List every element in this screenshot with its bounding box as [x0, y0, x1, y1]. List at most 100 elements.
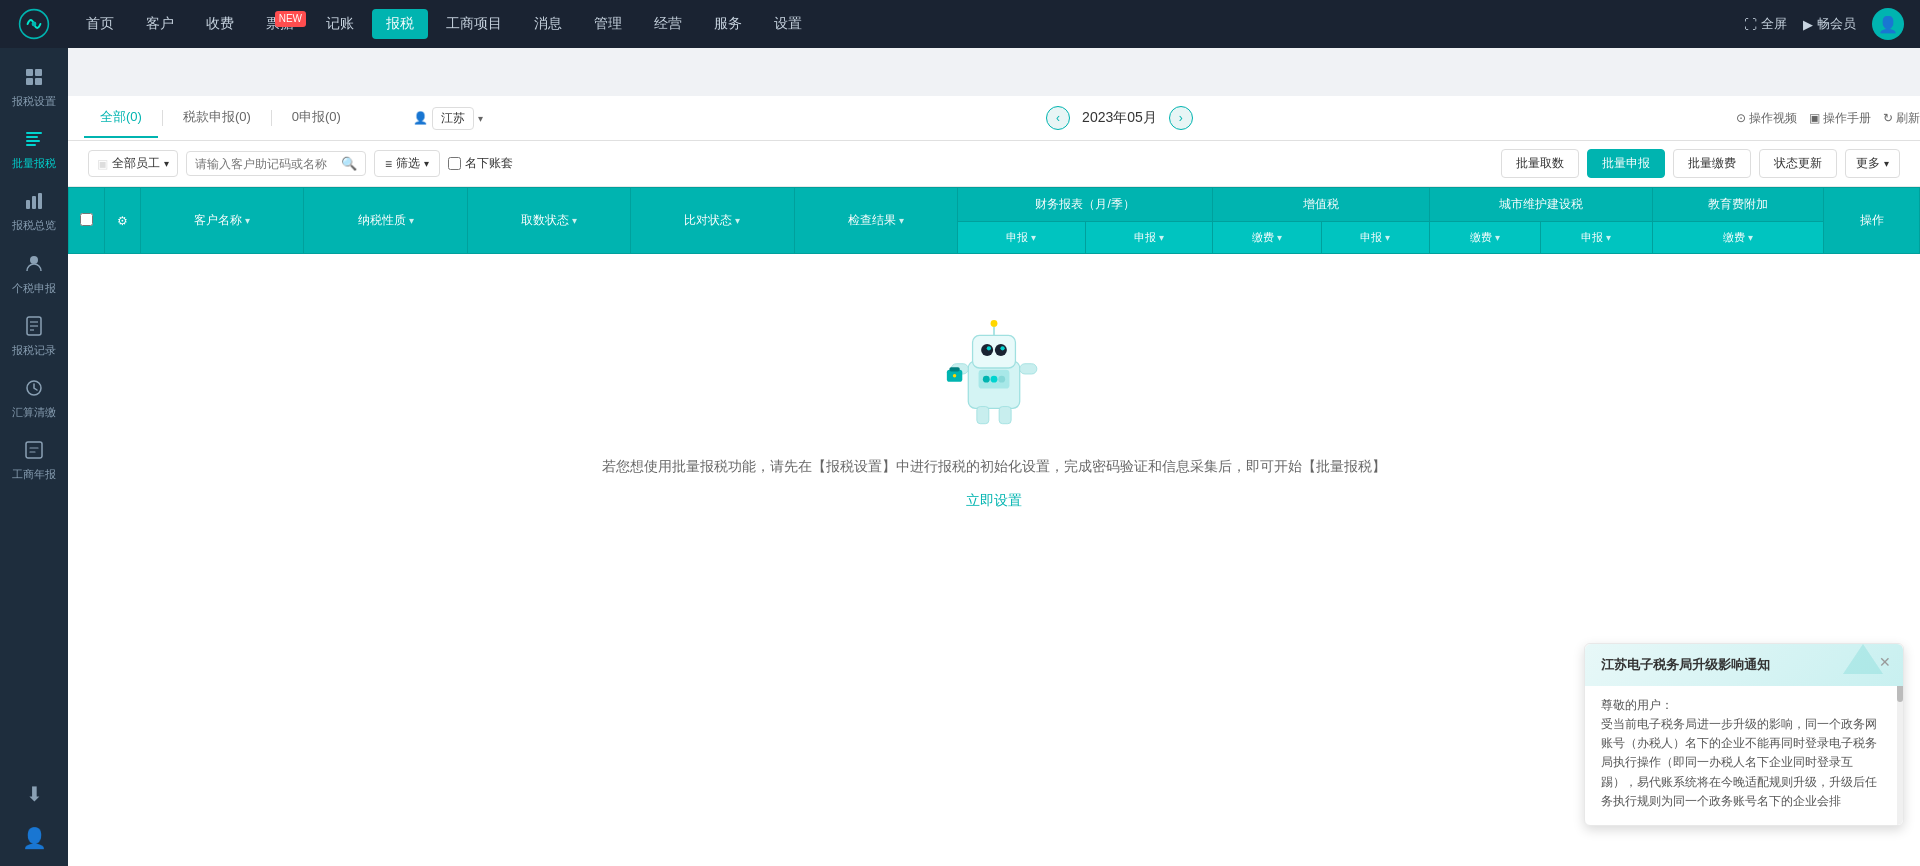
- sidebar-item-batch-tax[interactable]: 批量报税: [0, 118, 68, 180]
- svg-point-13: [30, 256, 38, 264]
- refresh-button[interactable]: ↻ 刷新: [1883, 110, 1920, 127]
- annual-settlement-icon: [23, 377, 45, 402]
- tab-divider: [162, 110, 163, 126]
- svg-rect-3: [35, 69, 42, 76]
- svg-rect-12: [38, 193, 42, 209]
- svg-point-30: [991, 376, 998, 383]
- nav-item-service[interactable]: 服务: [700, 9, 756, 39]
- status-update-button[interactable]: 状态更新: [1759, 149, 1837, 178]
- nav-item-client[interactable]: 客户: [132, 9, 188, 39]
- sidebar-item-annual-settlement[interactable]: 汇算清缴: [0, 367, 68, 429]
- sidebar-item-annual-report[interactable]: 工商年报: [0, 429, 68, 491]
- toolbar-right: 批量取数 批量申报 批量缴费 状态更新 更多 ▾: [1501, 149, 1900, 178]
- nav-item-business[interactable]: 工商项目: [432, 9, 516, 39]
- nav-item-settings[interactable]: 设置: [760, 9, 816, 39]
- sidebar-item-personal-tax[interactable]: 个税申报: [0, 243, 68, 305]
- batch-fetch-button[interactable]: 批量取数: [1501, 149, 1579, 178]
- batch-declare-button[interactable]: 批量申报: [1587, 149, 1665, 178]
- nav-item-home[interactable]: 首页: [72, 9, 128, 39]
- filter-icon: ▾: [1159, 232, 1164, 243]
- tab-divider-2: [271, 110, 272, 126]
- svg-rect-11: [32, 196, 36, 209]
- filter-icon: ▾: [572, 215, 577, 226]
- tab-all[interactable]: 全部(0): [84, 98, 158, 138]
- personal-tax-icon: [23, 253, 45, 278]
- nav-item-bookkeeping[interactable]: 记账: [312, 9, 368, 39]
- svg-point-38: [953, 374, 956, 377]
- sidebar-item-download[interactable]: ⬇: [0, 774, 68, 814]
- filter-icon: ▾: [1277, 232, 1282, 243]
- svg-rect-37: [949, 367, 959, 371]
- sidebar-item-tax-overview[interactable]: 报税总览: [0, 180, 68, 242]
- manual-icon: ▣: [1809, 111, 1820, 125]
- fullscreen-button[interactable]: ⛶ 全屏: [1744, 15, 1787, 33]
- table-header-row1: ⚙ 客户名称 ▾ 纳税性质 ▾: [69, 188, 1920, 222]
- filter-icon: ▾: [1385, 232, 1390, 243]
- sidebar-label: 工商年报: [12, 468, 56, 481]
- nav-item-invoice[interactable]: 票据 NEW: [252, 9, 308, 39]
- video-tutorial-button[interactable]: ⊙ 操作视频: [1736, 110, 1797, 127]
- select-all-checkbox[interactable]: [80, 213, 93, 226]
- svg-rect-35: [999, 407, 1011, 424]
- sidebar: 报税设置 批量报税 报税总览 个税: [0, 48, 68, 866]
- avatar[interactable]: 👤: [1872, 8, 1904, 40]
- nav-item-fee[interactable]: 收费: [192, 9, 248, 39]
- nav-item-message[interactable]: 消息: [520, 9, 576, 39]
- sidebar-item-user[interactable]: 👤: [0, 818, 68, 858]
- svg-point-29: [983, 376, 990, 383]
- sidebar-bottom: ⬇ 👤: [0, 774, 68, 858]
- col-city-declare: 申报 ▾: [1321, 222, 1429, 254]
- notification-popup: 江苏电子税务局升级影响通知 ✕ 尊敬的用户： 受当前电子税务局进一步升级的影响，…: [1584, 643, 1904, 826]
- region-selector[interactable]: 江苏: [432, 107, 474, 130]
- svg-rect-2: [26, 69, 33, 76]
- tabs-left: 全部(0) 税款申报(0) 0申报(0): [68, 96, 373, 140]
- checkbox-input[interactable]: [448, 157, 461, 170]
- col-city-tax: 城市维护建设税: [1429, 188, 1652, 222]
- more-button[interactable]: 更多 ▾: [1845, 149, 1900, 178]
- tax-records-icon: [23, 315, 45, 340]
- filter-icon: ▾: [1031, 232, 1036, 243]
- col-client-name: 客户名称 ▾: [141, 188, 304, 254]
- search-input[interactable]: [195, 157, 341, 171]
- tab-tax-declare[interactable]: 税款申报(0): [167, 98, 267, 138]
- video-icon: ⊙: [1736, 111, 1746, 125]
- filter-icon: ▾: [1748, 232, 1753, 243]
- batch-pay-button[interactable]: 批量缴费: [1673, 149, 1751, 178]
- sidebar-item-tax-records[interactable]: 报税记录: [0, 305, 68, 367]
- checkbox-label[interactable]: 名下账套: [448, 155, 513, 172]
- employee-select[interactable]: ▣ 全部员工 ▾: [88, 150, 178, 177]
- logo[interactable]: [16, 6, 52, 42]
- member-button[interactable]: ▶ 畅会员: [1803, 15, 1856, 33]
- filter-button[interactable]: ≡ 筛选 ▾: [374, 150, 440, 177]
- svg-marker-39: [1843, 644, 1883, 674]
- col-edu-pay: 缴费 ▾: [1652, 222, 1824, 254]
- svg-point-1: [32, 22, 37, 27]
- date-prev-button[interactable]: ‹: [1046, 106, 1070, 130]
- col-vat: 增值税: [1213, 188, 1429, 222]
- sidebar-item-tax-settings[interactable]: 报税设置: [0, 56, 68, 118]
- col-settings: ⚙: [105, 188, 141, 254]
- filter-icon: ▾: [245, 215, 250, 226]
- manual-button[interactable]: ▣ 操作手册: [1809, 110, 1871, 127]
- filter-icon: ▾: [899, 215, 904, 226]
- nav-item-management[interactable]: 管理: [580, 9, 636, 39]
- tab-zero-declare[interactable]: 0申报(0): [276, 98, 357, 138]
- top-nav-menu: 首页 客户 收费 票据 NEW 记账 报税 工商项目 消息 管理 经营 服务 设…: [72, 9, 1744, 39]
- notif-body: 尊敬的用户： 受当前电子税务局进一步升级的影响，同一个政务网账号（办税人）名下的…: [1585, 686, 1903, 825]
- setup-link[interactable]: 立即设置: [966, 492, 1022, 510]
- top-nav: 首页 客户 收费 票据 NEW 记账 报税 工商项目 消息 管理 经营 服务 设…: [0, 0, 1920, 48]
- col-tax-type: 纳税性质 ▾: [304, 188, 467, 254]
- date-next-button[interactable]: ›: [1169, 106, 1193, 130]
- settings-icon[interactable]: ⚙: [117, 214, 128, 228]
- right-actions: ⊙ 操作视频 ▣ 操作手册 ↻ 刷新: [1736, 110, 1920, 127]
- nav-item-tax[interactable]: 报税: [372, 9, 428, 39]
- batch-tax-icon: [23, 128, 45, 153]
- col-city-pay: 缴费 ▾: [1429, 222, 1540, 254]
- empty-text: 若您想使用批量报税功能，请先在【报税设置】中进行报税的初始化设置，完成密码验证和…: [602, 458, 1386, 476]
- fullscreen-icon: ⛶: [1744, 17, 1757, 32]
- search-icon[interactable]: 🔍: [341, 156, 357, 171]
- empty-state: 若您想使用批量报税功能，请先在【报税设置】中进行报税的初始化设置，完成密码验证和…: [68, 254, 1920, 570]
- nav-item-operation[interactable]: 经营: [640, 9, 696, 39]
- member-icon: ▶: [1803, 17, 1813, 32]
- col-fin-declare: 申报 ▾: [957, 222, 1085, 254]
